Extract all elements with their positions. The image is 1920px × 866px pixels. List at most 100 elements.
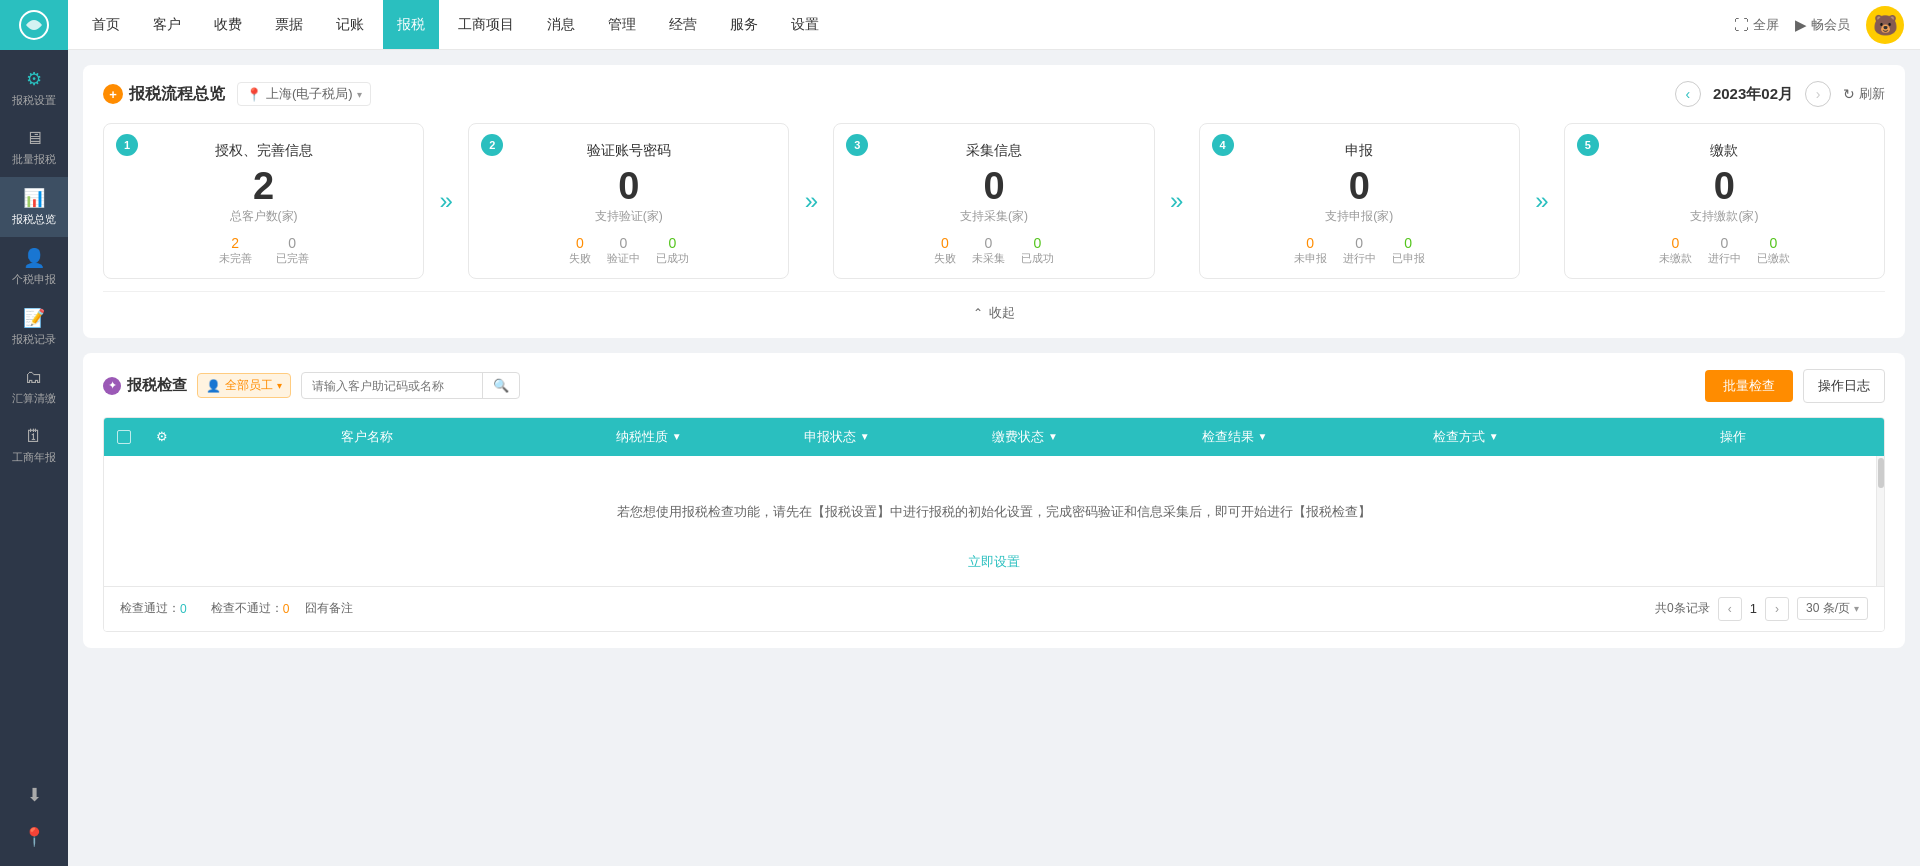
th-check-result[interactable]: 检查结果 ▼ — [1119, 418, 1350, 456]
has-note-label: 囧有备注 — [305, 600, 353, 617]
step-2-count: 0 — [485, 166, 772, 208]
nav-item-message[interactable]: 消息 — [533, 0, 589, 49]
step-4-stat-3[interactable]: 0 已申报 — [1392, 235, 1425, 266]
step-4-stat-1[interactable]: 0 未申报 — [1294, 235, 1327, 266]
step-2-stat-1[interactable]: 0 失败 — [569, 235, 591, 266]
settlement-icon: 🗂 — [25, 367, 43, 388]
step-5-stats: 0 未缴款 0 进行中 0 已缴款 — [1581, 235, 1868, 266]
prev-page-button[interactable]: ‹ — [1718, 597, 1742, 621]
vip-button[interactable]: ▶ 畅会员 — [1795, 16, 1850, 34]
step-4-stats: 0 未申报 0 进行中 0 已申报 — [1216, 235, 1503, 266]
th-check-method[interactable]: 检查方式 ▼ — [1350, 418, 1581, 456]
batch-check-button[interactable]: 批量检查 — [1705, 370, 1793, 402]
sidebar-item-download[interactable]: ⬇ — [0, 774, 68, 816]
step-2-stat-2[interactable]: 0 验证中 — [607, 235, 640, 266]
flow-step-2: 2 验证账号密码 0 支持验证(家) 0 失败 0 验证中 — [468, 123, 789, 279]
th-client-name: 客户名称 — [180, 418, 555, 456]
step-5-stat-3[interactable]: 0 已缴款 — [1757, 235, 1790, 266]
top-navigation: 首页 客户 收费 票据 记账 报税 工商项目 消息 管理 经营 服务 设置 ⛶ … — [0, 0, 1920, 50]
step-4-number: 4 — [1212, 134, 1234, 156]
step-5-stat-2[interactable]: 0 进行中 — [1708, 235, 1741, 266]
nav-item-home[interactable]: 首页 — [78, 0, 134, 49]
step-1-stat-1[interactable]: 2 未完善 — [219, 235, 252, 266]
search-input[interactable] — [302, 374, 482, 398]
flow-step-3: 3 采集信息 0 支持采集(家) 0 失败 0 未采集 — [833, 123, 1154, 279]
nav-item-manage[interactable]: 管理 — [594, 0, 650, 49]
next-month-button[interactable]: › — [1805, 81, 1831, 107]
table-container: ⚙ 客户名称 纳税性质 ▼ 申报状态 ▼ 缴费状态 ▼ — [103, 417, 1885, 632]
nav-item-tax[interactable]: 报税 — [383, 0, 439, 49]
location-selector[interactable]: 📍 上海(电子税局) ▾ — [237, 82, 371, 106]
step-1-title: 授权、完善信息 — [120, 138, 407, 160]
nav-item-client[interactable]: 客户 — [139, 0, 195, 49]
table-body: 若您想使用报税检查功能，请先在【报税设置】中进行报税的初始化设置，完成密码验证和… — [104, 456, 1884, 586]
step-3-stat-2[interactable]: 0 未采集 — [972, 235, 1005, 266]
arrow-1: » — [424, 123, 468, 279]
filter-icon-2: ▼ — [860, 431, 870, 442]
overview-icon: 📊 — [23, 187, 45, 209]
sidebar-item-batch-tax[interactable]: 🖥 批量报税 — [0, 118, 68, 177]
nav-item-invoice[interactable]: 票据 — [261, 0, 317, 49]
step-3-count: 0 — [850, 166, 1137, 208]
step-2-stat-3[interactable]: 0 已成功 — [656, 235, 689, 266]
step-3-title: 采集信息 — [850, 138, 1137, 160]
employee-filter[interactable]: 👤 全部员工 ▾ — [197, 373, 291, 398]
logo[interactable] — [0, 0, 68, 50]
th-gear[interactable]: ⚙ — [144, 418, 180, 456]
flow-step-1: 1 授权、完善信息 2 总客户数(家) 2 未完善 0 已完善 — [103, 123, 424, 279]
nav-item-fee[interactable]: 收费 — [200, 0, 256, 49]
step-3-stat-3[interactable]: 0 已成功 — [1021, 235, 1054, 266]
th-checkbox[interactable] — [104, 418, 144, 456]
th-operation: 操作 — [1581, 418, 1884, 456]
flow-step-4: 4 申报 0 支持申报(家) 0 未申报 0 进行中 — [1199, 123, 1520, 279]
nav-item-settings[interactable]: 设置 — [777, 0, 833, 49]
step-4-count: 0 — [1216, 166, 1503, 208]
check-pass-value[interactable]: 0 — [180, 602, 187, 616]
sidebar-item-tax-records[interactable]: 📝 报税记录 — [0, 297, 68, 357]
sidebar-item-settlement[interactable]: 🗂 汇算清缴 — [0, 357, 68, 416]
step-5-stat-1[interactable]: 0 未缴款 — [1659, 235, 1692, 266]
step-5-sub: 支持缴款(家) — [1581, 208, 1868, 225]
scrollbar[interactable] — [1876, 456, 1884, 586]
sidebar: ⚙ 报税设置 🖥 批量报税 📊 报税总览 👤 个税申报 📝 报税记录 🗂 汇算清… — [0, 50, 68, 866]
avatar[interactable]: 🐻 — [1866, 6, 1904, 44]
step-3-sub: 支持采集(家) — [850, 208, 1137, 225]
nav-item-business[interactable]: 工商项目 — [444, 0, 528, 49]
nav-item-bookkeeping[interactable]: 记账 — [322, 0, 378, 49]
step-1-number: 1 — [116, 134, 138, 156]
fullscreen-button[interactable]: ⛶ 全屏 — [1734, 16, 1779, 34]
step-4-stat-2[interactable]: 0 进行中 — [1343, 235, 1376, 266]
prev-month-button[interactable]: ‹ — [1675, 81, 1701, 107]
th-declare-status[interactable]: 申报状态 ▼ — [743, 418, 931, 456]
step-5-number: 5 — [1577, 134, 1599, 156]
step-5-title: 缴款 — [1581, 138, 1868, 160]
op-log-button[interactable]: 操作日志 — [1803, 369, 1885, 403]
page-number: 1 — [1750, 601, 1757, 616]
setup-link[interactable]: 立即设置 — [968, 553, 1020, 571]
sidebar-item-personal-tax[interactable]: 👤 个税申报 — [0, 237, 68, 297]
nav-item-service[interactable]: 服务 — [716, 0, 772, 49]
location-icon: 📍 — [23, 826, 45, 848]
filter-icon-4: ▼ — [1258, 431, 1268, 442]
sidebar-item-tax-settings[interactable]: ⚙ 报税设置 — [0, 58, 68, 118]
employee-filter-icon: 👤 — [206, 379, 221, 393]
arrow-3: » — [1155, 123, 1199, 279]
main-layout: ⚙ 报税设置 🖥 批量报税 📊 报税总览 👤 个税申报 📝 报税记录 🗂 汇算清… — [0, 50, 1920, 866]
step-1-stat-2[interactable]: 0 已完善 — [276, 235, 309, 266]
step-3-stat-1[interactable]: 0 失败 — [934, 235, 956, 266]
sidebar-item-location[interactable]: 📍 — [0, 816, 68, 858]
personal-tax-icon: 👤 — [23, 247, 45, 269]
sidebar-item-overview[interactable]: 📊 报税总览 — [0, 177, 68, 237]
nav-right: ⛶ 全屏 ▶ 畅会员 🐻 — [1734, 6, 1920, 44]
search-button[interactable]: 🔍 — [482, 373, 519, 398]
th-pay-status[interactable]: 缴费状态 ▼ — [931, 418, 1119, 456]
check-fail-value[interactable]: 0 — [283, 602, 290, 616]
sidebar-item-annual-report[interactable]: 🗓 工商年报 — [0, 416, 68, 475]
refresh-button[interactable]: ↻ 刷新 — [1843, 85, 1885, 103]
collapse-button[interactable]: ⌃ 收起 — [103, 304, 1885, 322]
chevron-down-icon: ▾ — [357, 89, 362, 100]
nav-item-operation[interactable]: 经营 — [655, 0, 711, 49]
next-page-button[interactable]: › — [1765, 597, 1789, 621]
th-tax-type[interactable]: 纳税性质 ▼ — [555, 418, 743, 456]
per-page-selector[interactable]: 30 条/页 ▾ — [1797, 597, 1868, 620]
